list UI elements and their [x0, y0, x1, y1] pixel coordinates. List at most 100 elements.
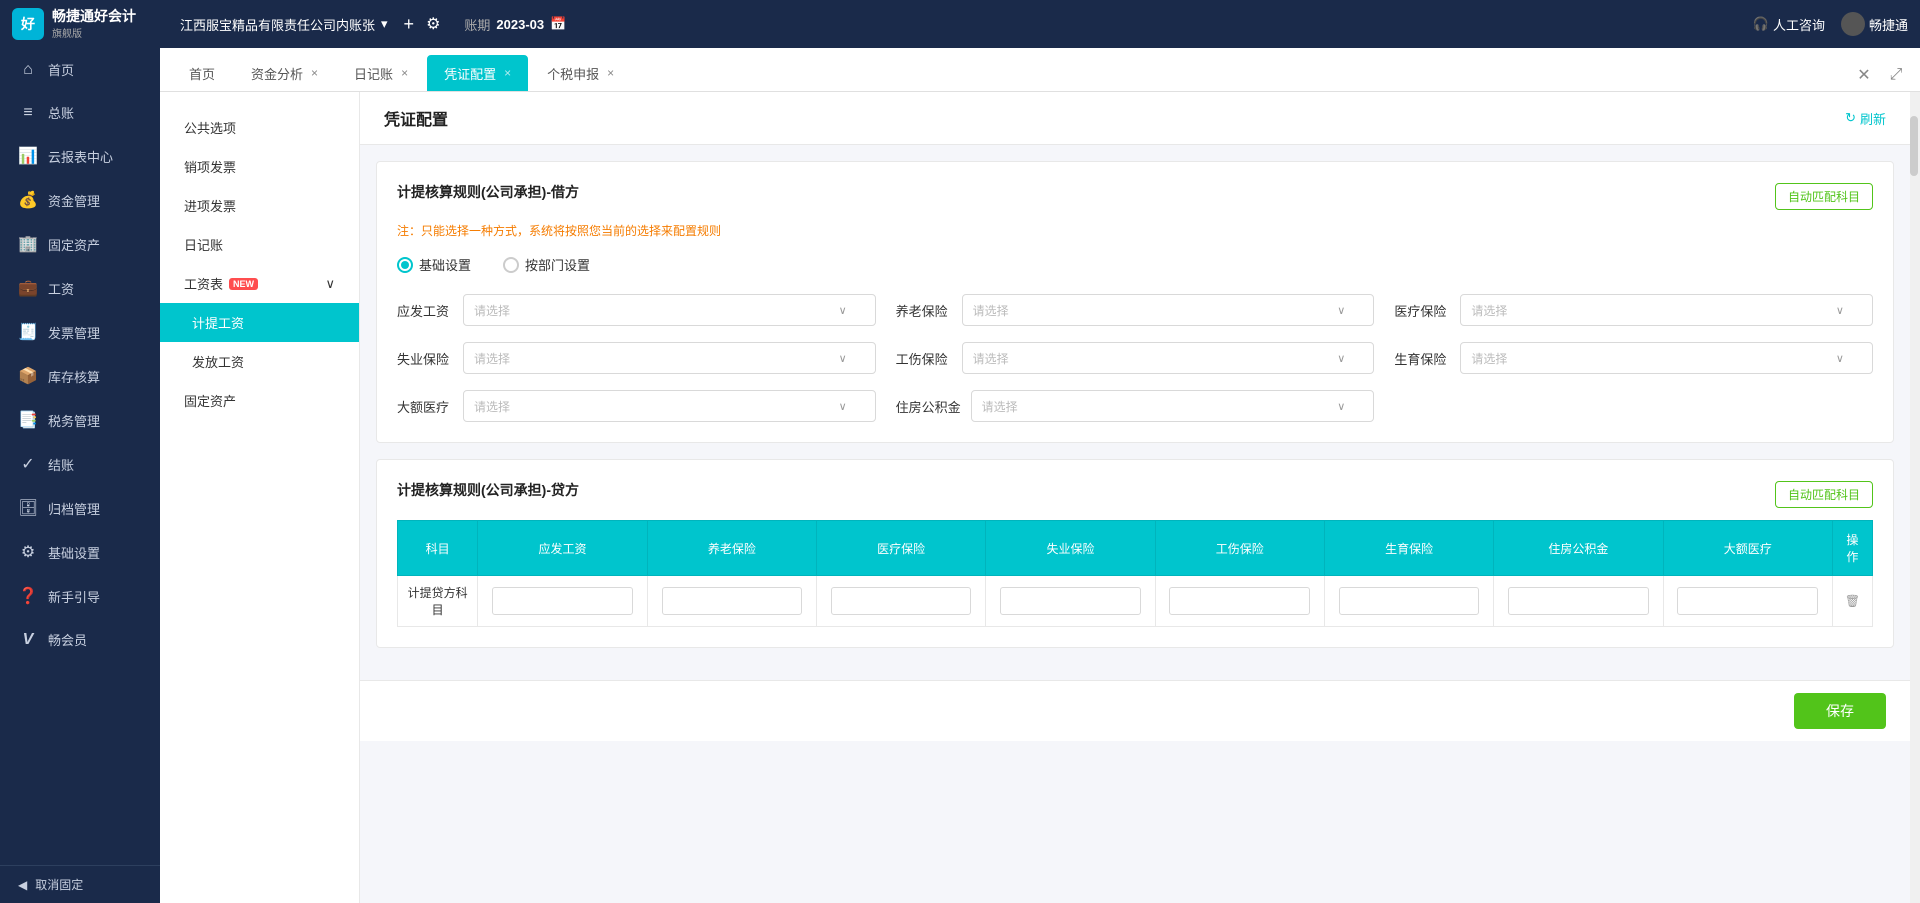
left-nav-fixed-assets[interactable]: 固定资产 — [160, 381, 359, 420]
select-gongjijin[interactable]: 请选择 ∨ — [971, 390, 1375, 422]
sidebar-item-funds[interactable]: 💰 资金管理 — [0, 178, 160, 222]
sidebar-item-settings[interactable]: ⚙ 基础设置 — [0, 530, 160, 574]
headset-icon: 🎧 — [1753, 16, 1769, 32]
sidebar-item-invoice[interactable]: 🧾 发票管理 — [0, 310, 160, 354]
input-yifa[interactable] — [492, 587, 633, 615]
tab-journal[interactable]: 日记账 × — [337, 55, 425, 91]
cell-shengyu — [1324, 576, 1493, 627]
scrollbar-thumb[interactable] — [1910, 116, 1918, 176]
calendar-icon[interactable]: 📅 — [550, 16, 566, 32]
field-gongshang: 工伤保险 请选择 ∨ — [896, 342, 1375, 374]
sidebar-item-home[interactable]: ⌂ 首页 — [0, 48, 160, 91]
sidebar-item-ledger[interactable]: ≡ 总账 — [0, 91, 160, 134]
tax-icon: 📑 — [18, 410, 38, 430]
sidebar: ⌂ 首页 ≡ 总账 📊 云报表中心 💰 资金管理 🏢 固定资产 💼 工资 🧾 发… — [0, 48, 160, 903]
field-shiye: 失业保险 请选择 ∨ — [397, 342, 876, 374]
select-shiye-arrow: ∨ — [839, 352, 847, 365]
input-shengyu[interactable] — [1339, 587, 1480, 615]
select-shiye[interactable]: 请选择 ∨ — [463, 342, 876, 374]
tab-voucher-label: 凭证配置 — [444, 64, 496, 83]
maximize-btn[interactable]: ⤢ — [1884, 63, 1908, 87]
input-gongjijin[interactable] — [1508, 587, 1649, 615]
input-gongshang[interactable] — [1169, 587, 1310, 615]
label-shengyu: 生育保险 — [1394, 349, 1450, 368]
select-yifa[interactable]: 请选择 ∨ — [463, 294, 876, 326]
select-yanglao[interactable]: 请选择 ∨ — [962, 294, 1375, 326]
left-nav-journal[interactable]: 日记账 — [160, 225, 359, 264]
guide-icon: ❓ — [18, 586, 38, 606]
refresh-btn[interactable]: ↻ 刷新 — [1845, 109, 1886, 128]
tab-funds-label: 资金分析 — [251, 64, 303, 83]
credit-table-body: 计提贷方科目 🗑 — [398, 576, 1873, 627]
app-logo: 好 畅捷通好会计 旗舰版 — [12, 8, 172, 40]
col-daejiliao: 大额医疗 — [1663, 521, 1832, 576]
table-row: 计提贷方科目 🗑 — [398, 576, 1873, 627]
tab-voucher[interactable]: 凭证配置 × — [427, 55, 528, 91]
radio-dept-circle — [503, 257, 519, 273]
tab-funds[interactable]: 资金分析 × — [234, 55, 335, 91]
select-shengyu[interactable]: 请选择 ∨ — [1460, 342, 1873, 374]
sidebar-label-reports: 云报表中心 — [48, 147, 113, 166]
col-gongshang: 工伤保险 — [1155, 521, 1324, 576]
company-selector[interactable]: 江西服宝精品有限责任公司内账张 ▾ — [180, 15, 388, 34]
sidebar-item-close[interactable]: ✓ 结账 — [0, 442, 160, 486]
sidebar-item-vip[interactable]: V 畅会员 — [0, 618, 160, 661]
select-daejiliao-arrow: ∨ — [839, 400, 847, 413]
left-nav-payout[interactable]: 发放工资 — [160, 342, 359, 381]
add-account-btn[interactable]: + — [404, 14, 415, 35]
sidebar-label-close: 结账 — [48, 455, 74, 474]
tab-voucher-close[interactable]: × — [504, 66, 511, 80]
credit-auto-match-btn[interactable]: 自动匹配科目 — [1775, 481, 1873, 508]
select-shiye-placeholder: 请选择 — [474, 350, 510, 367]
left-nav-salary-table[interactable]: 工资表 NEW ∨ — [160, 264, 359, 303]
content-area: 首页 资金分析 × 日记账 × 凭证配置 × 个税申报 × ✕ ⤢ — [160, 48, 1920, 903]
cell-gongjijin — [1494, 576, 1663, 627]
input-yanglao[interactable] — [662, 587, 803, 615]
tab-tax-report-close[interactable]: × — [607, 66, 614, 80]
tab-tax-report[interactable]: 个税申报 × — [530, 55, 631, 91]
left-nav-public[interactable]: 公共选项 — [160, 108, 359, 147]
delete-icon[interactable]: 🗑 — [1845, 594, 1860, 608]
left-nav-sales[interactable]: 销项发票 — [160, 147, 359, 186]
period-selector[interactable]: 账期 2023-03 📅 — [464, 15, 566, 34]
select-yiliao-arrow: ∨ — [1836, 304, 1844, 317]
sidebar-item-guide[interactable]: ❓ 新手引导 — [0, 574, 160, 618]
sidebar-item-tax[interactable]: 📑 税务管理 — [0, 398, 160, 442]
debit-auto-match-btn[interactable]: 自动匹配科目 — [1775, 183, 1873, 210]
page-wrapper: 公共选项 销项发票 进项发票 日记账 工资表 NEW ∨ — [160, 92, 1920, 903]
consult-btn[interactable]: 🎧 人工咨询 — [1753, 15, 1825, 34]
label-yiliao: 医疗保险 — [1394, 301, 1450, 320]
left-nav-purchase[interactable]: 进项发票 — [160, 186, 359, 225]
user-avatar[interactable]: 畅捷通 — [1841, 12, 1908, 36]
select-gongshang[interactable]: 请选择 ∨ — [962, 342, 1375, 374]
sidebar-item-archive[interactable]: 🗄 归档管理 — [0, 486, 160, 530]
select-yiliao[interactable]: 请选择 ∨ — [1460, 294, 1873, 326]
radio-dept-label: 按部门设置 — [525, 255, 590, 274]
input-yiliao[interactable] — [831, 587, 972, 615]
settings-icon[interactable]: ⚙ — [426, 14, 440, 34]
cell-action: 🗑 — [1832, 576, 1872, 627]
tab-funds-close[interactable]: × — [311, 66, 318, 80]
sidebar-label-home: 首页 — [48, 60, 74, 79]
cell-shiye — [986, 576, 1155, 627]
close-tab-btn[interactable]: ✕ — [1852, 63, 1876, 87]
col-subject: 科目 — [398, 521, 478, 576]
input-daejiliao[interactable] — [1677, 587, 1818, 615]
sidebar-item-assets[interactable]: 🏢 固定资产 — [0, 222, 160, 266]
archive-icon: 🗄 — [18, 498, 38, 518]
select-gongjijin-placeholder: 请选择 — [982, 398, 1018, 415]
cancel-pin-btn[interactable]: ◀ 取消固定 — [0, 865, 160, 903]
input-shiye[interactable] — [1000, 587, 1141, 615]
radio-basic[interactable]: 基础设置 — [397, 255, 471, 274]
tab-home[interactable]: 首页 — [172, 55, 232, 91]
sidebar-item-inventory[interactable]: 📦 库存核算 — [0, 354, 160, 398]
sidebar-item-salary[interactable]: 💼 工资 — [0, 266, 160, 310]
left-nav-accrual[interactable]: 计提工资 — [160, 303, 359, 342]
close-account-icon: ✓ — [18, 454, 38, 474]
sidebar-item-reports[interactable]: 📊 云报表中心 — [0, 134, 160, 178]
radio-dept[interactable]: 按部门设置 — [503, 255, 590, 274]
save-btn[interactable]: 保存 — [1794, 693, 1886, 729]
select-daejiliao[interactable]: 请选择 ∨ — [463, 390, 876, 422]
tab-journal-close[interactable]: × — [401, 66, 408, 80]
sidebar-label-settings: 基础设置 — [48, 543, 100, 562]
